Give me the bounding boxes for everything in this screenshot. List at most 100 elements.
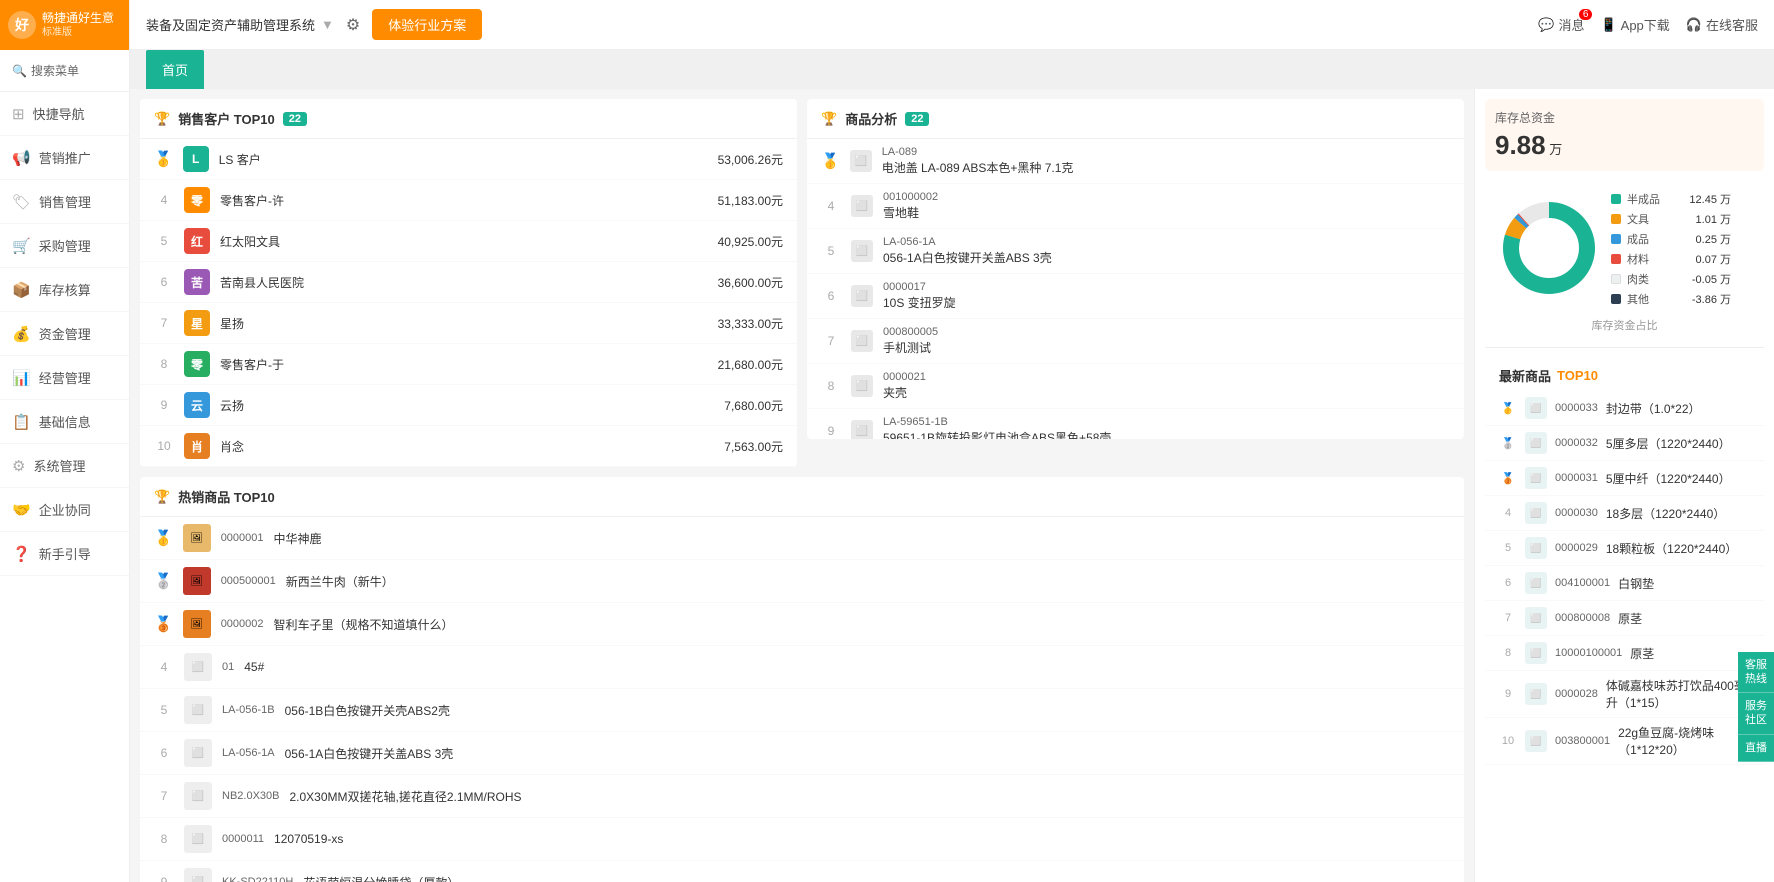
legend-item: 其他 -3.86 万 bbox=[1611, 291, 1731, 307]
new-prod-img: ⬜ bbox=[1525, 730, 1547, 752]
customer-row: 10 肖 肖念 7,563.00元 bbox=[140, 426, 797, 467]
newest-product-row: 🥈 ⬜ 0000032 5厘多层（1220*2440） bbox=[1485, 426, 1764, 461]
divider bbox=[1485, 347, 1764, 348]
hot-product-row: 5 ⬜ LA-056-1B 056-1B白色按键开关壳ABS2壳 bbox=[140, 689, 1464, 732]
system-icon: ⚙ bbox=[12, 457, 25, 475]
customer-row: 8 零 零售客户-于 21,680.00元 bbox=[140, 344, 797, 385]
settings-icon[interactable]: ⚙ bbox=[346, 15, 360, 35]
legend-item: 成品 0.25 万 bbox=[1611, 231, 1731, 247]
message-button[interactable]: 💬 消息 6 bbox=[1538, 15, 1584, 34]
customer-row: 6 苦 苦南县人民医院 36,600.00元 bbox=[140, 262, 797, 303]
scroll-prod-row: 7 ⬜ 000800005 手机测试 bbox=[807, 319, 1464, 364]
legend-item: 半成品 12.45 万 bbox=[1611, 191, 1731, 207]
legend-color-icon bbox=[1611, 254, 1621, 264]
prod-img: ⬜ bbox=[851, 420, 873, 439]
dropdown-icon[interactable]: ▼ bbox=[321, 17, 334, 32]
prod-img: ⬜ bbox=[851, 375, 873, 397]
hot-product-row: 🥇 🖼 0000001 中华神鹿 bbox=[140, 517, 1464, 560]
hot-product-row: 7 ⬜ NB2.0X30B 2.0X30MM双搓花轴,搓花直径2.1MM/ROH… bbox=[140, 775, 1464, 818]
scroll-prod-row: 4 ⬜ 001000002 雪地鞋 bbox=[807, 184, 1464, 229]
donut-chart bbox=[1499, 198, 1599, 301]
sidebar-item-operations[interactable]: 📊 经营管理 bbox=[0, 356, 129, 400]
hot-product-row: 8 ⬜ 0000011 12070519-xs bbox=[140, 818, 1464, 861]
newest-product-row: 9 ⬜ 0000028 体碱嘉枝味苏打饮品400毫升（1*15） bbox=[1485, 671, 1764, 718]
medal-icon: 🥉 bbox=[154, 615, 173, 633]
sidebar-item-system[interactable]: ⚙ 系统管理 bbox=[0, 444, 129, 488]
prod-img: ⬜ bbox=[851, 285, 873, 307]
inventory-icon: 📦 bbox=[12, 281, 31, 299]
scroll-prod-row: 6 ⬜ 0000017 10S 变扭罗旋 bbox=[807, 274, 1464, 319]
customer-service-button[interactable]: 客服 热线 bbox=[1738, 652, 1774, 694]
scroll-products-badge: 22 bbox=[905, 112, 929, 126]
hot-products-header: 🏆 热销商品 TOP10 bbox=[140, 477, 1464, 517]
legend-color-icon bbox=[1611, 294, 1621, 304]
direct-station-button[interactable]: 直播 bbox=[1738, 735, 1774, 762]
right-panel: 库存总资金 9.88 万 bbox=[1474, 89, 1774, 882]
online-service-button[interactable]: 🎧 在线客服 bbox=[1686, 15, 1758, 34]
sidebar-item-guide[interactable]: ❓ 新手引导 bbox=[0, 532, 129, 576]
tab-home[interactable]: 首页 bbox=[146, 50, 204, 89]
new-prod-img: ⬜ bbox=[1525, 642, 1547, 664]
customer-avatar: 云 bbox=[184, 392, 210, 418]
sidebar-item-cooperation[interactable]: 🤝 企业协同 bbox=[0, 488, 129, 532]
hot-product-row: 🥈 🖼 000500001 新西兰牛肉（新牛） bbox=[140, 560, 1464, 603]
hot-product-row: 🥉 🖼 0000002 智利车子里（规格不知道填什么） bbox=[140, 603, 1464, 646]
new-prod-img: ⬜ bbox=[1525, 537, 1547, 559]
customer-row: 🥇 L LS 客户 53,006.26元 bbox=[140, 139, 797, 180]
sales-icon: 🏷 bbox=[12, 193, 31, 211]
hot-products-panel: 🏆 热销商品 TOP10 🥇 🖼 0000001 中华神鹿 🥈 🖼 bbox=[140, 477, 1464, 882]
headset-icon: 🎧 bbox=[1686, 17, 1702, 33]
legend-item: 肉类 -0.05 万 bbox=[1611, 271, 1731, 287]
customer-row: 5 红 红太阳文具 40,925.00元 bbox=[140, 221, 797, 262]
scroll-prod-row: 9 ⬜ LA-59651-1B 59651-1B旋转投影灯电池盒ABS黑色+58… bbox=[807, 409, 1464, 439]
customers-panel: 🏆 销售客户 TOP10 22 🥇 L LS 客户 53,006.26元 bbox=[130, 89, 802, 467]
newest-product-row: 🥉 ⬜ 0000031 5厘中纤（1220*2440） bbox=[1485, 461, 1764, 496]
newest-product-row: 5 ⬜ 0000029 18颗粒板（1220*2440） bbox=[1485, 531, 1764, 566]
new-prod-img: ⬜ bbox=[1525, 397, 1547, 419]
legend-color-icon bbox=[1611, 234, 1621, 244]
top-section: 🏆 销售客户 TOP10 22 🥇 L LS 客户 53,006.26元 bbox=[130, 89, 1474, 467]
inventory-total-card: 库存总资金 9.88 万 bbox=[1485, 99, 1764, 171]
message-icon: 💬 bbox=[1538, 17, 1554, 33]
sidebar-item-quick-nav[interactable]: ⊞ 快捷导航 bbox=[0, 92, 129, 136]
customer-avatar: 红 bbox=[184, 228, 210, 254]
customer-avatar: 星 bbox=[184, 310, 210, 336]
new-prod-img: ⬜ bbox=[1525, 432, 1547, 454]
customer-row: 4 零 零售客户-许 51,183.00元 bbox=[140, 180, 797, 221]
newest-products-header: 最新商品 TOP10 bbox=[1485, 354, 1764, 391]
sidebar-item-base-info[interactable]: 📋 基础信息 bbox=[0, 400, 129, 444]
sidebar-item-finance[interactable]: 💰 资金管理 bbox=[0, 312, 129, 356]
base-info-icon: 📋 bbox=[12, 413, 31, 431]
sidebar-item-sales[interactable]: 🏷 销售管理 bbox=[0, 180, 129, 224]
marketing-icon: 📢 bbox=[12, 149, 31, 167]
trial-button[interactable]: 体验行业方案 bbox=[372, 9, 482, 40]
legend-item: 材料 0.07 万 bbox=[1611, 251, 1731, 267]
app-download-button[interactable]: 📱 App下载 bbox=[1600, 15, 1669, 34]
hot-product-row: 4 ⬜ 01 45# bbox=[140, 646, 1464, 689]
hot-product-row: 6 ⬜ LA-056-1A 056-1A白色按键开关盖ABS 3壳 bbox=[140, 732, 1464, 775]
phone-icon: 📱 bbox=[1600, 17, 1616, 33]
guide-icon: ❓ bbox=[12, 545, 31, 563]
customers-badge: 22 bbox=[283, 112, 307, 126]
newest-product-row: 4 ⬜ 0000030 18多层（1220*2440） bbox=[1485, 496, 1764, 531]
topbar-right: 💬 消息 6 📱 App下载 🎧 在线客服 bbox=[1538, 15, 1758, 34]
newest-product-row: 6 ⬜ 004100001 白钢垫 bbox=[1485, 566, 1764, 601]
newest-product-row: 7 ⬜ 000800008 原茎 bbox=[1485, 601, 1764, 636]
sidebar-search[interactable]: 🔍 搜索菜单 bbox=[0, 50, 129, 92]
sidebar-item-inventory[interactable]: 📦 库存核算 bbox=[0, 268, 129, 312]
new-prod-img: ⬜ bbox=[1525, 683, 1547, 705]
donut-chart-container: 半成品 12.45 万 文具 1.01 万 成品 0.25 万 bbox=[1485, 181, 1764, 317]
prod-img: ⬜ bbox=[851, 240, 873, 262]
prod-img: ⬜ bbox=[851, 195, 873, 217]
scrollable-products-panel: 🏆 商品分析 22 🥇 ⬜ LA-089 电池盖 LA-089 ABS本色 bbox=[802, 89, 1474, 467]
logo-text: 畅捷通好生意 标准版 bbox=[42, 11, 114, 40]
customer-row: 9 云 云扬 7,680.00元 bbox=[140, 385, 797, 426]
product-image: ⬜ bbox=[184, 868, 212, 882]
sidebar-item-purchase[interactable]: 🛒 采购管理 bbox=[0, 224, 129, 268]
customer-row: 7 星 星扬 33,333.00元 bbox=[140, 303, 797, 344]
trophy-icon: 🏆 bbox=[154, 111, 170, 127]
sidebar: 好 畅捷通好生意 标准版 🔍 搜索菜单 ⊞ 快捷导航 📢 营销推广 🏷 销售管理… bbox=[0, 0, 130, 882]
sidebar-item-marketing[interactable]: 📢 营销推广 bbox=[0, 136, 129, 180]
product-image: 🖼 bbox=[183, 610, 211, 638]
service-community-button[interactable]: 服务 社区 bbox=[1738, 693, 1774, 735]
